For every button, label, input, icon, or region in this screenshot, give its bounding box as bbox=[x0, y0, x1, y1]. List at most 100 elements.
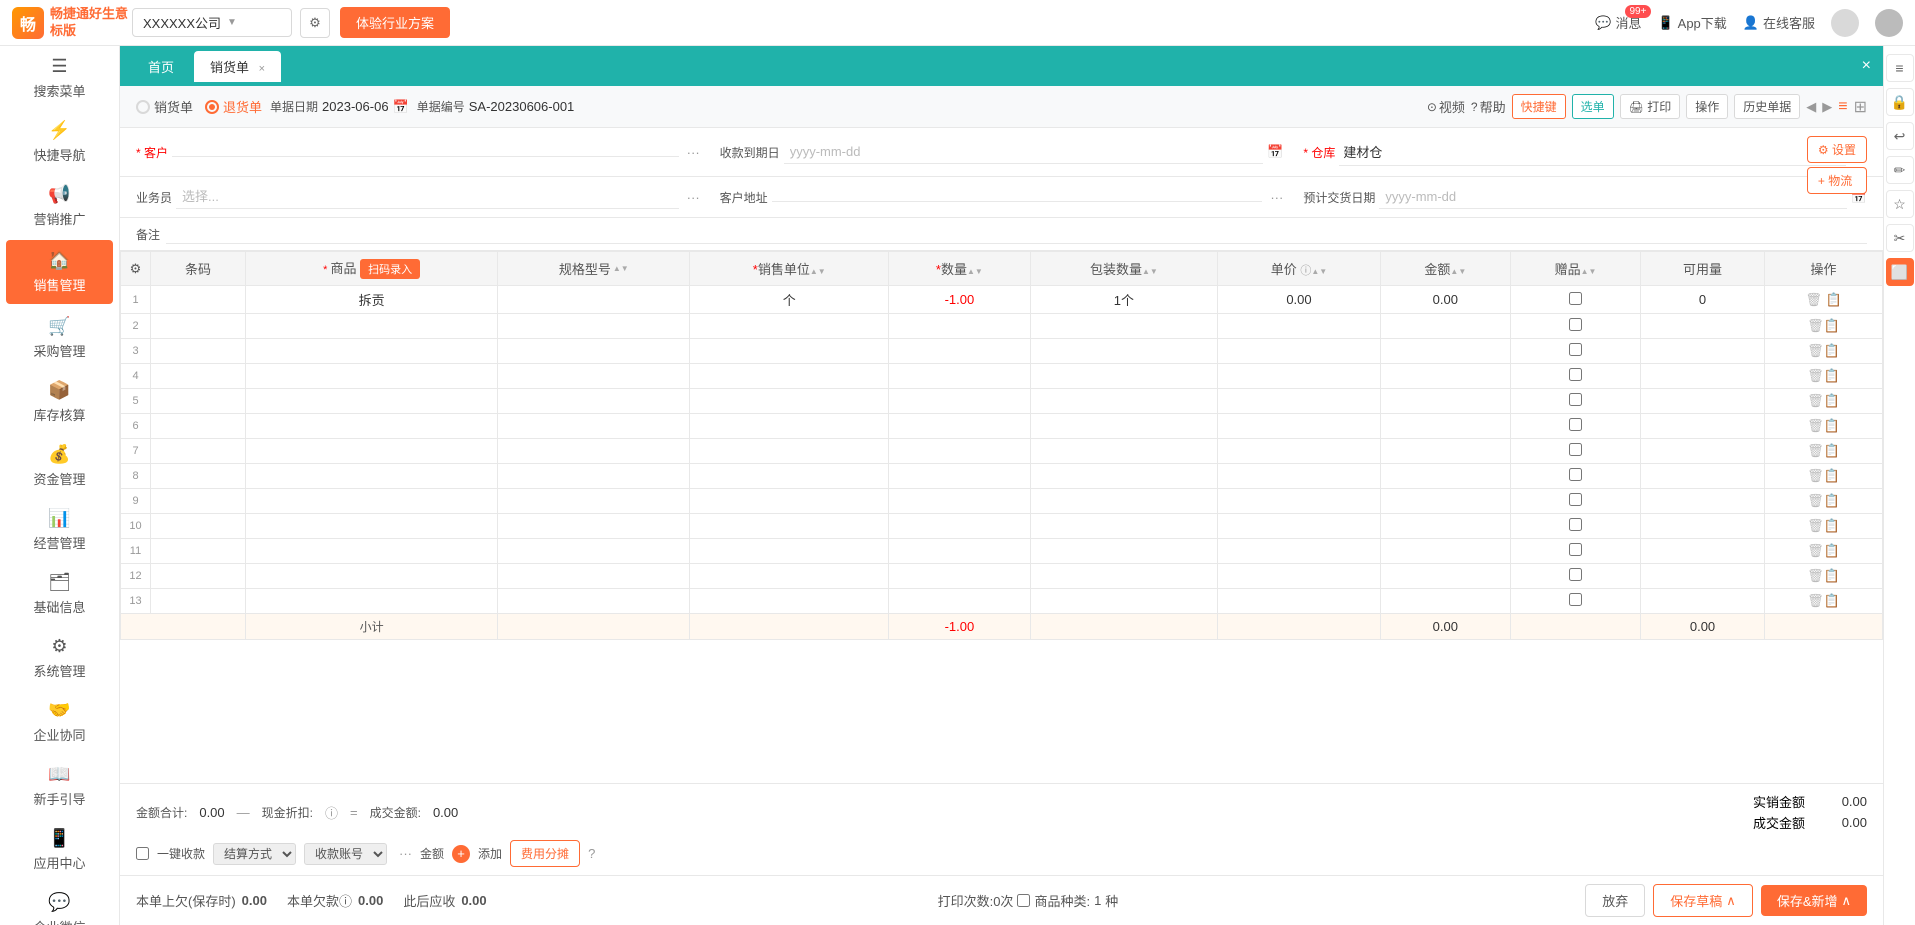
sidebar-item-inventory[interactable]: 📦 库存核算 bbox=[0, 370, 119, 434]
radio-return-order[interactable]: 退货单 bbox=[205, 97, 262, 116]
next-icon[interactable]: ▶ bbox=[1822, 99, 1832, 115]
delete-row-icon[interactable]: 🗑 bbox=[1807, 568, 1824, 583]
sidebar-item-wechat[interactable]: 💬 企业微信 bbox=[0, 882, 119, 925]
right-tool-edit[interactable]: ✏ bbox=[1886, 156, 1914, 184]
cell-product-1[interactable]: 拆贡 bbox=[246, 286, 498, 314]
cell-amount-1[interactable]: 0.00 bbox=[1380, 286, 1510, 314]
expense-split-btn[interactable]: 费用分摊 bbox=[510, 840, 580, 867]
scan-button[interactable]: 扫码录入 bbox=[360, 259, 420, 279]
delete-row-icon[interactable]: 🗑 bbox=[1807, 343, 1824, 358]
company-selector[interactable]: XXXXXX公司 ▼ bbox=[132, 8, 292, 37]
sidebar-item-quick-nav[interactable]: ⚡ 快捷导航 bbox=[0, 110, 119, 174]
delete-row-icon[interactable]: 🗑 bbox=[1807, 393, 1824, 408]
app-download-btn[interactable]: 📱 App下载 bbox=[1657, 13, 1726, 32]
grid-view-icon[interactable]: ⊞ bbox=[1854, 97, 1867, 117]
save-new-button[interactable]: 保存&新增 ∧ bbox=[1761, 885, 1867, 916]
add-payment-btn[interactable]: + bbox=[452, 845, 470, 863]
cell-unit-1[interactable]: 个 bbox=[690, 286, 889, 314]
delete-row-icon[interactable]: 🗑 bbox=[1807, 518, 1824, 533]
sidebar-item-sales[interactable]: 🏠 销售管理 bbox=[6, 240, 113, 304]
copy-row-icon[interactable]: 📋 bbox=[1824, 593, 1840, 608]
sidebar-item-finance[interactable]: 💰 资金管理 bbox=[0, 434, 119, 498]
copy-row-icon[interactable]: 📋 bbox=[1824, 343, 1840, 358]
sidebar-item-management[interactable]: 📊 经营管理 bbox=[0, 498, 119, 562]
copy-row-icon[interactable]: 📋 bbox=[1824, 368, 1840, 383]
warehouse-value[interactable]: 建材仓 bbox=[1339, 138, 1846, 166]
copy-row-icon[interactable]: 📋 bbox=[1824, 468, 1840, 483]
save-draft-button[interactable]: 保存草稿 ∧ bbox=[1653, 884, 1753, 917]
sidebar-item-guide[interactable]: 📖 新手引导 bbox=[0, 754, 119, 818]
delete-row-icon[interactable]: 🗑 bbox=[1807, 543, 1824, 558]
delete-row-icon[interactable]: 🗑 bbox=[1807, 468, 1824, 483]
copy-row-icon[interactable]: 📋 bbox=[1824, 318, 1840, 333]
history-btn[interactable]: 历史单据 bbox=[1734, 94, 1800, 119]
expense-help-icon[interactable]: ? bbox=[588, 846, 595, 861]
avatar-extra[interactable] bbox=[1875, 9, 1903, 37]
shortcut-btn[interactable]: 快捷键 bbox=[1512, 94, 1566, 119]
operation-btn[interactable]: 操作 bbox=[1686, 94, 1728, 119]
cell-spec-1[interactable] bbox=[498, 286, 690, 314]
delete-row-icon[interactable]: 🗑 bbox=[1807, 493, 1824, 508]
delete-row-icon[interactable]: 🗑 bbox=[1807, 593, 1824, 608]
cell-gift-1[interactable] bbox=[1510, 286, 1640, 314]
tab-sales-order[interactable]: 销货单 × bbox=[194, 51, 281, 82]
prev-icon[interactable]: ◀ bbox=[1806, 99, 1816, 115]
receive-date-input[interactable] bbox=[784, 140, 1263, 164]
delete-row-1-icon[interactable]: 🗑 bbox=[1805, 292, 1822, 307]
right-tool-orange[interactable]: ⬜ bbox=[1886, 258, 1914, 286]
copy-row-icon[interactable]: 📋 bbox=[1824, 543, 1840, 558]
right-tool-return[interactable]: ↩ bbox=[1886, 122, 1914, 150]
one-click-checkbox[interactable] bbox=[136, 847, 149, 860]
sidebar-item-basics[interactable]: 🗂 基础信息 bbox=[0, 562, 119, 626]
sidebar-item-enterprise[interactable]: 🤝 企业协同 bbox=[0, 690, 119, 754]
delete-row-icon[interactable]: 🗑 bbox=[1807, 318, 1824, 333]
copy-row-1-icon[interactable]: 📋 bbox=[1825, 292, 1841, 307]
sidebar-item-appstore[interactable]: 📱 应用中心 bbox=[0, 818, 119, 882]
close-all-tabs-icon[interactable]: × bbox=[1862, 57, 1871, 75]
list-view-icon[interactable]: ≡ bbox=[1838, 98, 1847, 116]
salesman-dots-icon[interactable]: ··· bbox=[687, 190, 700, 205]
copy-row-icon[interactable]: 📋 bbox=[1824, 393, 1840, 408]
message-btn[interactable]: 💬 消息 99+ bbox=[1595, 13, 1641, 32]
cash-discount-info-icon[interactable]: ⓘ bbox=[325, 803, 338, 822]
trial-button[interactable]: 体验行业方案 bbox=[340, 7, 450, 38]
right-tool-lock[interactable]: 🔒 bbox=[1886, 88, 1914, 116]
cell-price-1[interactable]: 0.00 bbox=[1218, 286, 1380, 314]
expected-date-input[interactable] bbox=[1379, 185, 1846, 209]
help-link[interactable]: ? 帮助 bbox=[1471, 97, 1506, 116]
cell-qty-1[interactable]: -1.00 bbox=[889, 286, 1030, 314]
tab-close-icon[interactable]: × bbox=[259, 63, 265, 75]
receive-date-calendar-icon[interactable]: 📅 bbox=[1267, 144, 1283, 160]
video-link[interactable]: ⊙ 视频 bbox=[1427, 97, 1465, 116]
copy-row-icon[interactable]: 📋 bbox=[1824, 443, 1840, 458]
tab-home[interactable]: 首页 bbox=[132, 51, 190, 82]
right-tool-cut[interactable]: ✂ bbox=[1886, 224, 1914, 252]
date-calendar-icon[interactable]: 📅 bbox=[393, 99, 409, 115]
copy-row-icon[interactable]: 📋 bbox=[1824, 568, 1840, 583]
copy-row-icon[interactable]: 📋 bbox=[1824, 493, 1840, 508]
copy-row-icon[interactable]: 📋 bbox=[1824, 518, 1840, 533]
copy-row-icon[interactable]: 📋 bbox=[1824, 418, 1840, 433]
sidebar-item-purchase[interactable]: 🛒 采购管理 bbox=[0, 306, 119, 370]
cell-pkg-1[interactable]: 1个 bbox=[1030, 286, 1218, 314]
customer-addr-input[interactable] bbox=[772, 193, 1263, 202]
delete-row-icon[interactable]: 🗑 bbox=[1807, 443, 1824, 458]
online-service-btn[interactable]: 👤 在线客服 bbox=[1743, 13, 1815, 32]
radio-sales-order[interactable]: 销货单 bbox=[136, 97, 193, 116]
print-btn[interactable]: 🖨 打印 bbox=[1620, 94, 1681, 119]
delete-row-icon[interactable]: 🗑 bbox=[1807, 418, 1824, 433]
sidebar-item-marketing[interactable]: 📢 营销推广 bbox=[0, 174, 119, 238]
addr-dots-icon[interactable]: ··· bbox=[1270, 190, 1283, 205]
method-select[interactable]: 结算方式 bbox=[213, 843, 296, 865]
remark-input[interactable] bbox=[166, 224, 1867, 244]
settings-button[interactable]: ⚙ ⚙ 设置设置 bbox=[1807, 136, 1867, 163]
abandon-button[interactable]: 放弃 bbox=[1585, 884, 1645, 917]
delete-row-icon[interactable]: 🗑 bbox=[1807, 368, 1824, 383]
avatar[interactable] bbox=[1831, 9, 1859, 37]
th-settings[interactable]: ⚙ bbox=[121, 252, 151, 286]
product-kind-checkbox[interactable] bbox=[1017, 894, 1030, 907]
customer-dots-icon[interactable]: ··· bbox=[687, 145, 700, 160]
customer-input[interactable] bbox=[172, 148, 679, 157]
sidebar-item-system[interactable]: ⚙ 系统管理 bbox=[0, 626, 119, 690]
select-btn[interactable]: 选单 bbox=[1572, 94, 1614, 119]
